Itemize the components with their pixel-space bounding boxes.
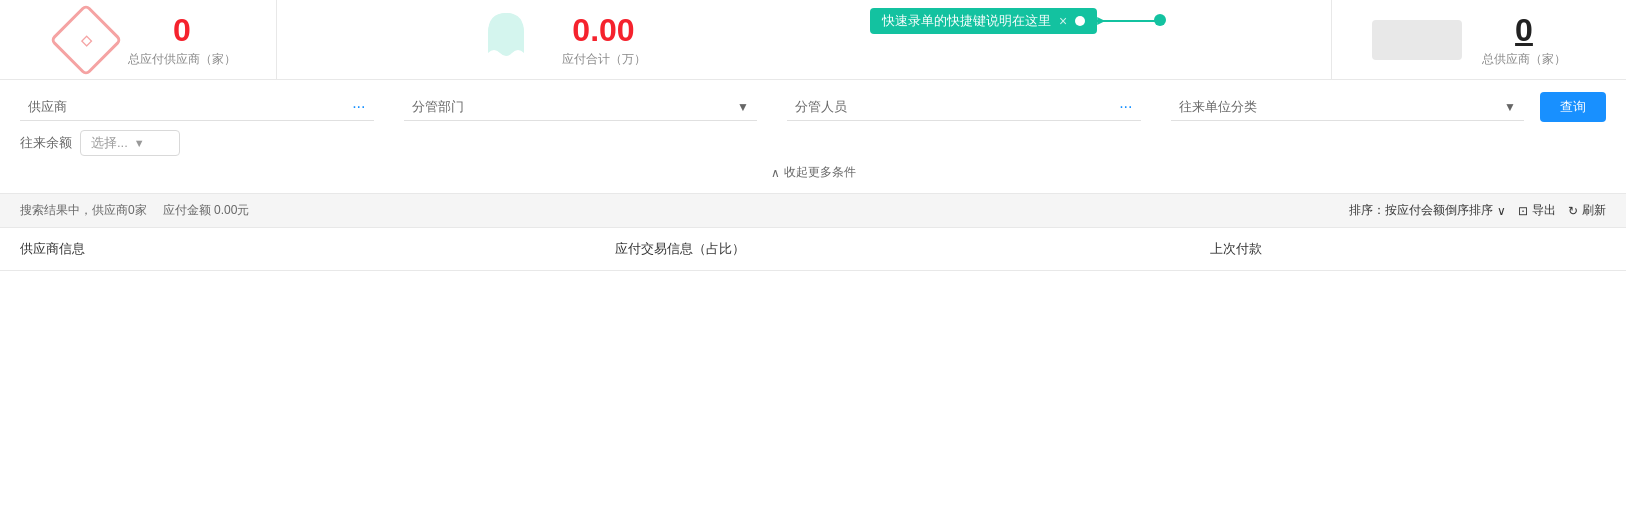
all-supplier-number: 0 xyxy=(1515,11,1533,49)
manager-label: 分管人员 xyxy=(795,98,847,116)
tooltip-text: 快速录单的快捷键说明在这里 xyxy=(882,12,1051,30)
unit-class-arrow[interactable]: ▼ xyxy=(1504,100,1516,114)
department-input[interactable] xyxy=(472,99,734,114)
filter-row-balance: 往来余额 选择... ▼ xyxy=(20,130,1606,156)
summary-bar: ◇ 0 总应付供应商（家） 0.00 应付合计（万） xyxy=(0,0,1626,80)
refresh-label: 刷新 xyxy=(1582,202,1606,219)
ghost-icon xyxy=(476,5,546,75)
manager-dots[interactable]: ··· xyxy=(1119,98,1132,116)
table-header: 供应商信息 应付交易信息（占比） 上次付款 xyxy=(0,228,1626,271)
results-right: 排序：按应付会额倒序排序 ∨ ⊡ 导出 ↻ 刷新 xyxy=(1349,202,1606,219)
diamond-inner-text: ◇ xyxy=(81,32,92,48)
diamond-icon: ◇ xyxy=(49,3,123,77)
department-filter[interactable]: 分管部门 ▼ xyxy=(404,94,758,121)
export-button[interactable]: ⊡ 导出 xyxy=(1518,202,1556,219)
balance-arrow: ▼ xyxy=(134,137,145,149)
query-button[interactable]: 查询 xyxy=(1540,92,1606,122)
total-amount-number: 0.00 xyxy=(572,11,634,49)
collapse-label: 收起更多条件 xyxy=(784,164,856,181)
col-supplier-header: 供应商信息 xyxy=(20,240,615,258)
summary-item-total-supplier: 0 总供应商（家） xyxy=(1331,0,1606,79)
unit-class-input[interactable] xyxy=(1265,99,1501,114)
filter-row-1: 供应商 ··· 分管部门 ▼ 分管人员 ··· 往来单位分类 xyxy=(20,92,1606,122)
manager-input[interactable] xyxy=(855,99,1115,114)
refresh-icon: ↻ xyxy=(1568,204,1578,218)
manager-filter[interactable]: 分管人员 ··· xyxy=(787,94,1141,121)
tooltip-dot xyxy=(1075,16,1085,26)
sort-button[interactable]: 排序：按应付会额倒序排序 ∨ xyxy=(1349,202,1506,219)
amount-text: 应付金额 0.00元 xyxy=(163,202,250,219)
all-supplier-label: 总供应商（家） xyxy=(1482,51,1566,68)
tooltip-close-button[interactable]: × xyxy=(1059,13,1067,29)
balance-select[interactable]: 选择... ▼ xyxy=(80,130,180,156)
supplier-label: 供应商 xyxy=(28,98,67,116)
col-payment-header: 上次付款 xyxy=(1210,240,1607,258)
export-icon: ⊡ xyxy=(1518,204,1528,218)
supplier-count-text: 搜索结果中，供应商0家 xyxy=(20,202,147,219)
results-bar: 搜索结果中，供应商0家 应付金额 0.00元 排序：按应付会额倒序排序 ∨ ⊡ … xyxy=(0,194,1626,228)
department-arrow[interactable]: ▼ xyxy=(737,100,749,114)
export-label: 导出 xyxy=(1532,202,1556,219)
supplier-filter[interactable]: 供应商 ··· xyxy=(20,94,374,121)
department-label: 分管部门 xyxy=(412,98,464,116)
tooltip-banner[interactable]: 快速录单的快捷键说明在这里 × xyxy=(870,8,1097,34)
unit-class-label: 往来单位分类 xyxy=(1179,98,1257,116)
collapse-icon: ∧ xyxy=(771,166,780,180)
summary-item-supplier: ◇ 0 总应付供应商（家） xyxy=(20,0,277,79)
total-amount-label: 应付合计（万） xyxy=(562,51,646,68)
refresh-button[interactable]: ↻ 刷新 xyxy=(1568,202,1606,219)
table-body xyxy=(0,271,1626,515)
total-supplier-number: 0 xyxy=(173,11,191,49)
col-transaction-header: 应付交易信息（占比） xyxy=(615,240,1210,258)
filter-section: 供应商 ··· 分管部门 ▼ 分管人员 ··· 往来单位分类 xyxy=(0,80,1626,194)
supplier-input[interactable] xyxy=(75,99,348,114)
gray-rect xyxy=(1372,20,1462,60)
summary-item-amount: 0.00 应付合计（万） xyxy=(277,0,844,79)
unit-class-filter[interactable]: 往来单位分类 ▼ xyxy=(1171,94,1525,121)
collapse-button[interactable]: ∧ 收起更多条件 xyxy=(20,164,1606,181)
total-supplier-label: 总应付供应商（家） xyxy=(128,51,236,68)
balance-placeholder: 选择... xyxy=(91,134,128,152)
sort-label: 排序：按应付会额倒序排序 xyxy=(1349,202,1493,219)
balance-label: 往来余额 xyxy=(20,134,72,152)
tooltip-end-dot xyxy=(1154,14,1166,26)
sort-arrow: ∨ xyxy=(1497,204,1506,218)
page-wrapper: 快速录单的快捷键说明在这里 × ◇ 0 总应付供应商（家） xyxy=(0,0,1626,515)
supplier-dots[interactable]: ··· xyxy=(352,98,365,116)
results-left: 搜索结果中，供应商0家 应付金额 0.00元 xyxy=(20,202,249,219)
